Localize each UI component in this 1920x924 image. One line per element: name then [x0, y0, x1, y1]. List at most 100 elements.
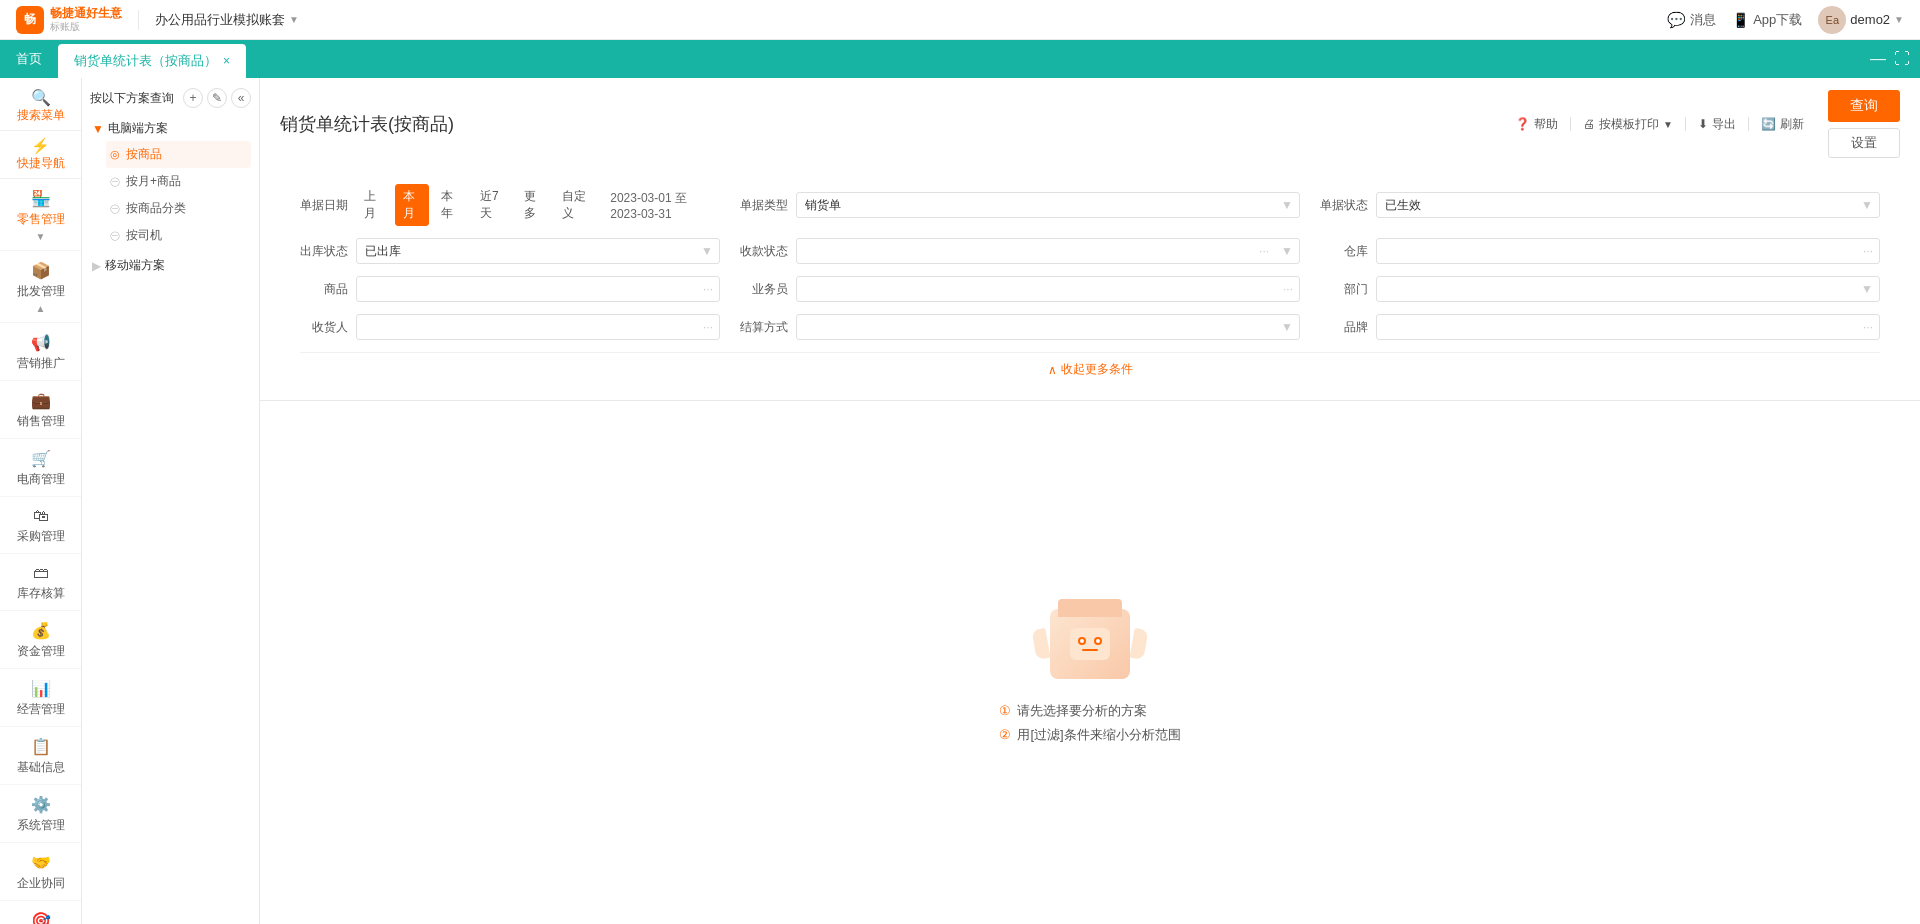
user-area[interactable]: Ea demo2 ▼ — [1818, 6, 1904, 34]
date-btn-more[interactable]: 更多 — [516, 184, 551, 226]
page-header: 销货单统计表(按商品) ❓ 帮助 🖨 按模板打印 ▼ — [260, 78, 1920, 401]
salesperson-more-icon[interactable]: ··· — [1277, 282, 1299, 296]
pc-scheme-category: ▼ 电脑端方案 ◎ 按商品 ㊀ 按月+商品 ㊀ 按商品分类 — [90, 116, 251, 249]
outstatus-wrapper[interactable]: ▼ — [356, 238, 720, 264]
date-btn-thisyear[interactable]: 本年 — [433, 184, 468, 226]
settlement-input[interactable] — [797, 315, 1275, 339]
refresh-btn[interactable]: 🔄 刷新 — [1761, 116, 1804, 133]
receiver-input[interactable] — [357, 315, 697, 339]
scheme-item-month-product[interactable]: ㊀ 按月+商品 — [106, 168, 251, 195]
payment-more-icon[interactable]: ··· — [1253, 244, 1275, 258]
payment-dropdown-icon[interactable]: ▼ — [1275, 244, 1299, 258]
sidebar-item-ecommerce[interactable]: 🛒 电商管理 — [0, 439, 81, 497]
receiver-more-icon[interactable]: ··· — [697, 320, 719, 334]
sidebar-item-operation[interactable]: 📊 经营管理 — [0, 669, 81, 727]
department-input[interactable] — [1377, 277, 1855, 301]
doctype-dropdown-icon[interactable]: ▼ — [1275, 198, 1299, 212]
payment-input[interactable] — [797, 239, 1253, 263]
sidebar-item-retail[interactable]: 🏪 零售管理 ▼ — [0, 179, 81, 251]
sidebar-item-basic[interactable]: 📋 基础信息 — [0, 727, 81, 785]
brand-input[interactable] — [1377, 315, 1857, 339]
scheme-item-category[interactable]: ㊀ 按商品分类 — [106, 195, 251, 222]
marketing-icon: 📢 — [31, 333, 51, 352]
sidebar-item-wholesale[interactable]: 📦 批发管理 ▲ — [0, 251, 81, 323]
scheme-item-driver[interactable]: ㊀ 按司机 — [106, 222, 251, 249]
sidebar-enterprise-label: 企业协同 — [17, 875, 65, 892]
sidebar-item-sales[interactable]: 💼 销售管理 — [0, 381, 81, 439]
docstatus-input-wrapper[interactable]: ▼ — [1376, 192, 1880, 218]
help-btn[interactable]: ❓ 帮助 — [1515, 116, 1558, 133]
date-btn-custom[interactable]: 自定义 — [554, 184, 598, 226]
sidebar-item-system[interactable]: ⚙️ 系统管理 — [0, 785, 81, 843]
sidebar-system-label: 系统管理 — [17, 817, 65, 834]
sidebar-item-finance[interactable]: 💰 资金管理 — [0, 611, 81, 669]
settlement-dropdown-icon[interactable]: ▼ — [1275, 320, 1299, 334]
settlement-wrapper[interactable]: ▼ — [796, 314, 1300, 340]
template-print-btn[interactable]: 🖨 按模板打印 ▼ — [1583, 116, 1673, 133]
filter-brand: 品牌 ··· — [1320, 314, 1880, 340]
scheme-item-label-product: 按商品 — [126, 146, 162, 163]
tab-home-label: 首页 — [16, 50, 42, 68]
scheme-item-product[interactable]: ◎ 按商品 — [106, 141, 251, 168]
sidebar-item-purchase[interactable]: 🛍 采购管理 — [0, 497, 81, 554]
tab-bar-right: — ⛶ — [1870, 51, 1920, 67]
sidebar-item-guide[interactable]: 🎯 新手引导 — [0, 901, 81, 924]
sidebar-item-marketing[interactable]: 📢 营销推广 — [0, 323, 81, 381]
docstatus-input[interactable] — [1377, 193, 1855, 217]
sidebar-quick-nav[interactable]: ⚡ 快捷导航 — [0, 131, 81, 179]
doctype-input-wrapper[interactable]: ▼ — [796, 192, 1300, 218]
pc-category-header[interactable]: ▼ 电脑端方案 — [90, 116, 251, 141]
product-input[interactable] — [357, 277, 697, 301]
outstatus-dropdown-icon[interactable]: ▼ — [695, 244, 719, 258]
brand-more-icon[interactable]: ··· — [1857, 320, 1879, 334]
doctype-input[interactable] — [797, 193, 1275, 217]
warehouse-wrapper[interactable]: ··· — [1376, 238, 1880, 264]
department-dropdown-icon[interactable]: ▼ — [1855, 282, 1879, 296]
sidebar-item-inventory[interactable]: 🗃 库存核算 — [0, 554, 81, 611]
empty-illustration — [1030, 579, 1150, 679]
filter-department: 部门 ▼ — [1320, 276, 1880, 302]
scheme-edit-btn[interactable]: ✎ — [207, 88, 227, 108]
scheme-item-label-driver: 按司机 — [126, 227, 162, 244]
query-btn[interactable]: 查询 — [1828, 90, 1900, 122]
brand-wrapper[interactable]: ··· — [1376, 314, 1880, 340]
warehouse-input[interactable] — [1377, 239, 1857, 263]
sidebar-search[interactable]: 🔍 搜索菜单 — [0, 78, 81, 131]
receiver-wrapper[interactable]: ··· — [356, 314, 720, 340]
robot-eye-right — [1094, 637, 1102, 645]
product-more-icon[interactable]: ··· — [697, 282, 719, 296]
message-btn[interactable]: 💬 消息 — [1667, 11, 1716, 29]
workspace-name: 办公用品行业模拟账套 — [155, 11, 285, 29]
sidebar-item-enterprise[interactable]: 🤝 企业协同 — [0, 843, 81, 901]
payment-wrapper[interactable]: ··· ▼ — [796, 238, 1300, 264]
department-wrapper[interactable]: ▼ — [1376, 276, 1880, 302]
enterprise-icon: 🤝 — [31, 853, 51, 872]
outstatus-input[interactable] — [357, 239, 695, 263]
salesperson-input[interactable] — [797, 277, 1277, 301]
tab-home[interactable]: 首页 — [0, 40, 58, 78]
export-icon: ⬇ — [1698, 117, 1708, 131]
settings-btn[interactable]: 设置 — [1828, 128, 1900, 158]
tab-close-btn[interactable]: × — [223, 54, 230, 68]
collapse-btn[interactable]: ∧ 收起更多条件 — [1048, 361, 1133, 378]
date-btn-thismonth[interactable]: 本月 — [395, 184, 430, 226]
mobile-category-header[interactable]: ▶ 移动端方案 — [90, 253, 251, 278]
export-btn[interactable]: ⬇ 导出 — [1698, 116, 1736, 133]
date-btn-lastmonth[interactable]: 上月 — [356, 184, 391, 226]
product-wrapper[interactable]: ··· — [356, 276, 720, 302]
tab-minimize-btn[interactable]: — — [1870, 51, 1886, 67]
warehouse-more-icon[interactable]: ··· — [1857, 244, 1879, 258]
tab-maximize-btn[interactable]: ⛶ — [1894, 51, 1910, 67]
workspace-selector[interactable]: 办公用品行业模拟账套 ▼ — [155, 11, 299, 29]
scheme-collapse-btn[interactable]: « — [231, 88, 251, 108]
tab-active[interactable]: 销货单统计表（按商品） × — [58, 44, 246, 78]
salesperson-wrapper[interactable]: ··· — [796, 276, 1300, 302]
scheme-add-btn[interactable]: + — [183, 88, 203, 108]
date-btn-7days[interactable]: 近7天 — [472, 184, 512, 226]
username: demo2 — [1850, 12, 1890, 27]
operation-icon: 📊 — [31, 679, 51, 698]
app-download-btn[interactable]: 📱 App下载 — [1732, 11, 1802, 29]
scheme-item-label-month: 按月+商品 — [126, 173, 181, 190]
salesperson-label: 业务员 — [740, 281, 796, 298]
docstatus-dropdown-icon[interactable]: ▼ — [1855, 198, 1879, 212]
